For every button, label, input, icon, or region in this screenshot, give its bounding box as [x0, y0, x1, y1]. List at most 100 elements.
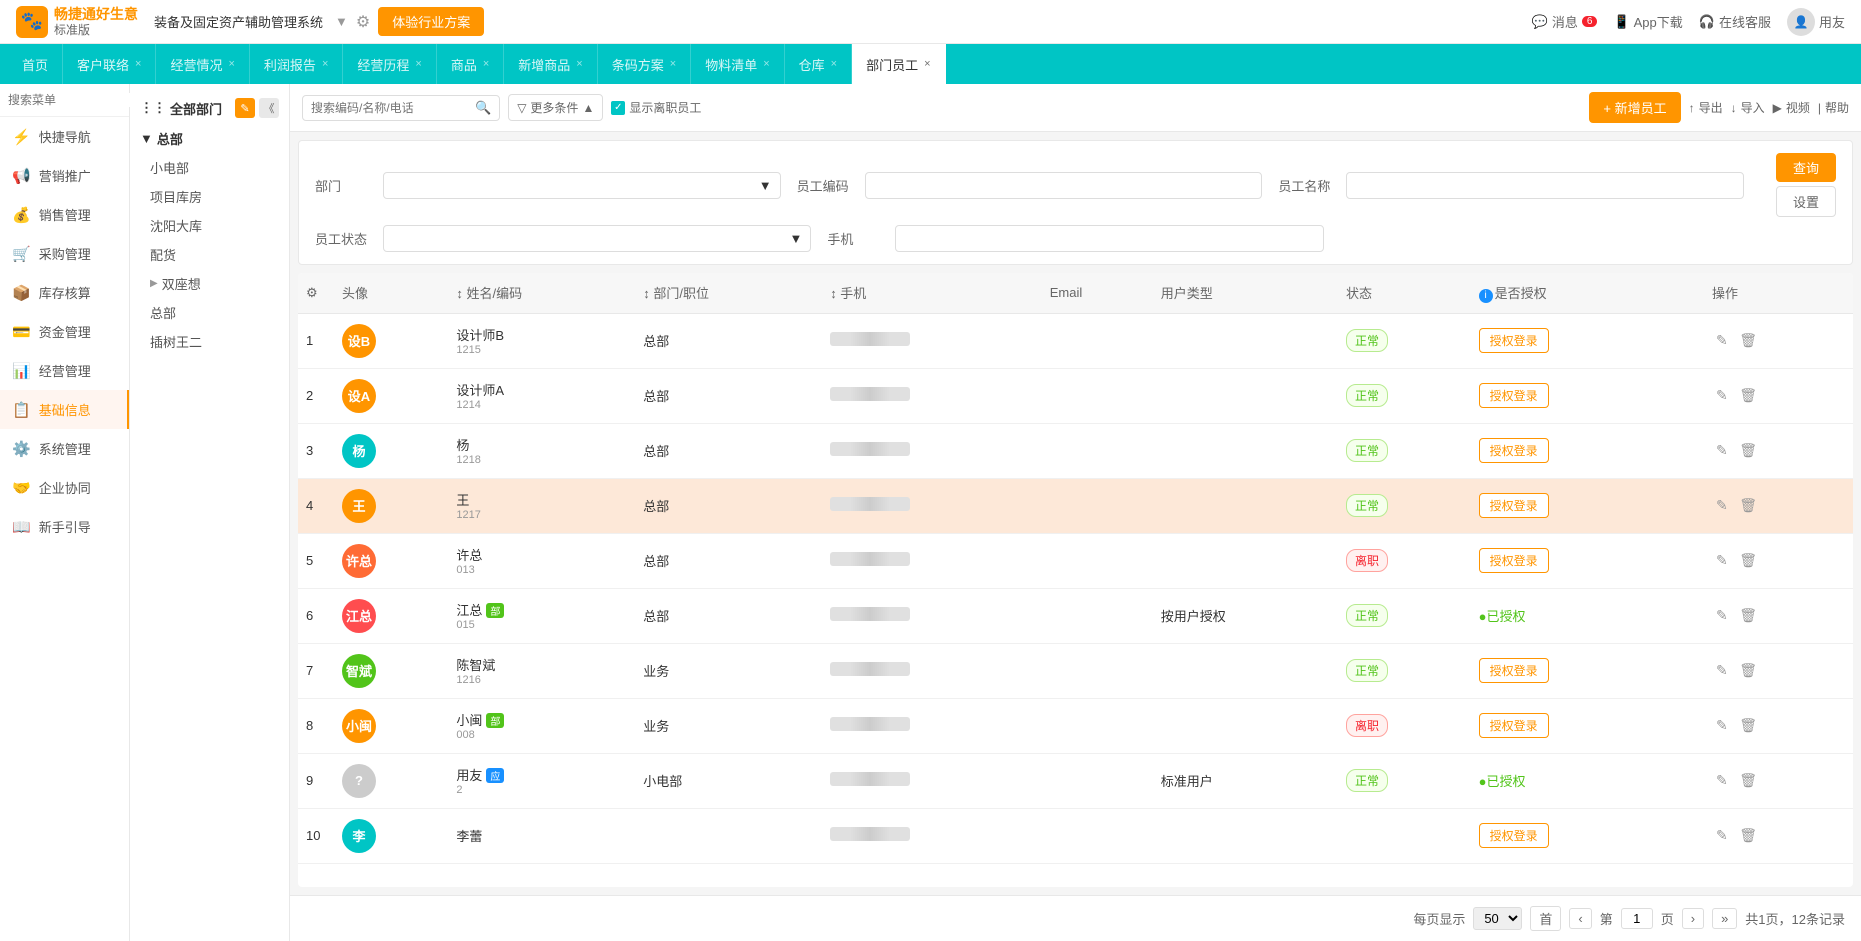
- dept-node-root[interactable]: ▼ 总部: [130, 124, 289, 153]
- tab-close-icon[interactable]: ×: [831, 58, 837, 70]
- sidebar-item-system[interactable]: ⚙️ 系统管理: [0, 429, 129, 468]
- edit-button[interactable]: ✎: [1712, 330, 1732, 351]
- emp-code-input[interactable]: [865, 172, 1263, 199]
- reset-button[interactable]: 设置: [1776, 186, 1836, 217]
- dept-node-shenyang[interactable]: 沈阳大库: [130, 211, 289, 240]
- delete-button[interactable]: 🗑: [1735, 495, 1761, 516]
- auth-button[interactable]: 授权登录: [1479, 548, 1549, 573]
- dept-node-small-electric[interactable]: 小电部: [130, 153, 289, 182]
- tab-close-icon[interactable]: ×: [670, 58, 676, 70]
- sidebar-item-purchase[interactable]: 🛒 采购管理: [0, 234, 129, 273]
- tab-home[interactable]: 首页: [8, 44, 63, 84]
- show-resigned-toggle[interactable]: ✓ 显示离职员工: [611, 99, 701, 116]
- phone-input[interactable]: [895, 225, 1323, 252]
- dept-node-dual[interactable]: ▶ 双座想: [130, 269, 289, 298]
- sidebar-item-operation[interactable]: 📊 经营管理: [0, 351, 129, 390]
- first-page-button[interactable]: 首: [1530, 906, 1561, 931]
- delete-button[interactable]: 🗑: [1735, 715, 1761, 736]
- sidebar-item-finance[interactable]: 💳 资金管理: [0, 312, 129, 351]
- query-button[interactable]: 查询: [1776, 153, 1836, 182]
- tab-close-icon[interactable]: ×: [763, 58, 769, 70]
- tab-operation[interactable]: 经营情况×: [156, 44, 249, 84]
- table-settings-icon[interactable]: ⚙: [306, 285, 318, 300]
- next-page-button[interactable]: ›: [1682, 908, 1704, 929]
- col-name[interactable]: ↕ 姓名/编码: [448, 273, 635, 313]
- edit-button[interactable]: ✎: [1712, 825, 1732, 846]
- edit-button[interactable]: ✎: [1712, 605, 1732, 626]
- message-button[interactable]: 💬 消息 6: [1532, 12, 1598, 31]
- user-menu[interactable]: 👤 用友: [1787, 8, 1845, 36]
- edit-button[interactable]: ✎: [1712, 715, 1732, 736]
- sidebar-search-box[interactable]: 🔍: [0, 84, 129, 117]
- last-page-button[interactable]: »: [1712, 908, 1737, 929]
- resigned-checkbox[interactable]: ✓: [611, 101, 625, 115]
- dept-node-tree-king[interactable]: 插树王二: [130, 327, 289, 356]
- search-input[interactable]: [311, 101, 471, 115]
- dept-all-label[interactable]: ⋮⋮ 全部部门: [140, 99, 222, 118]
- dept-node-distribution[interactable]: 配货: [130, 240, 289, 269]
- settings-gear-button[interactable]: ⚙: [356, 12, 370, 32]
- search-box[interactable]: 🔍: [302, 95, 500, 121]
- col-dept[interactable]: ↕ 部门/职位: [635, 273, 822, 313]
- delete-button[interactable]: 🗑: [1735, 660, 1761, 681]
- sidebar-item-sales[interactable]: 💰 销售管理: [0, 195, 129, 234]
- import-button[interactable]: ↓ 导入: [1731, 99, 1765, 116]
- dept-node-project-warehouse[interactable]: 项目库房: [130, 182, 289, 211]
- delete-button[interactable]: 🗑: [1735, 825, 1761, 846]
- sidebar-item-marketing[interactable]: 📢 营销推广: [0, 156, 129, 195]
- tab-close-icon[interactable]: ×: [415, 58, 421, 70]
- tab-warehouse[interactable]: 仓库×: [785, 44, 852, 84]
- tab-close-icon[interactable]: ×: [228, 58, 234, 70]
- emp-name-input[interactable]: [1346, 172, 1744, 199]
- delete-button[interactable]: 🗑: [1735, 330, 1761, 351]
- edit-button[interactable]: ✎: [1712, 440, 1732, 461]
- tab-customer[interactable]: 客户联络×: [63, 44, 156, 84]
- prev-page-button[interactable]: ‹: [1569, 908, 1591, 929]
- delete-button[interactable]: 🗑: [1735, 770, 1761, 791]
- sidebar-item-inventory[interactable]: 📦 库存核算: [0, 273, 129, 312]
- tab-bom[interactable]: 物料清单×: [691, 44, 784, 84]
- sidebar-item-enterprise[interactable]: 🤝 企业协同: [0, 468, 129, 507]
- dept-node-hq[interactable]: 总部: [130, 298, 289, 327]
- dept-collapse-button[interactable]: 《: [259, 98, 279, 118]
- tab-barcode[interactable]: 条码方案×: [598, 44, 691, 84]
- auth-button[interactable]: 授权登录: [1479, 658, 1549, 683]
- tab-close-icon[interactable]: ×: [135, 58, 141, 70]
- more-filter-button[interactable]: ▽ 更多条件 ▲: [508, 94, 603, 121]
- auth-button[interactable]: 授权登录: [1479, 438, 1549, 463]
- sidebar-item-base[interactable]: 📋 基础信息: [0, 390, 129, 429]
- tab-close-icon[interactable]: ×: [576, 58, 582, 70]
- edit-button[interactable]: ✎: [1712, 770, 1732, 791]
- edit-button[interactable]: ✎: [1712, 495, 1732, 516]
- dept-edit-button[interactable]: ✎: [235, 98, 255, 118]
- sidebar-item-guide[interactable]: 📖 新手引导: [0, 507, 129, 546]
- tab-add-goods[interactable]: 新增商品×: [504, 44, 597, 84]
- edit-button[interactable]: ✎: [1712, 385, 1732, 406]
- per-page-select[interactable]: 50: [1473, 907, 1522, 930]
- edit-button[interactable]: ✎: [1712, 660, 1732, 681]
- tab-close-icon[interactable]: ×: [924, 58, 930, 70]
- edit-button[interactable]: ✎: [1712, 550, 1732, 571]
- page-number-input[interactable]: [1621, 908, 1653, 929]
- delete-button[interactable]: 🗑: [1735, 440, 1761, 461]
- auth-button[interactable]: 授权登录: [1479, 328, 1549, 353]
- dept-select[interactable]: ▼: [383, 172, 781, 199]
- tab-goods[interactable]: 商品×: [437, 44, 504, 84]
- tab-profit[interactable]: 利润报告×: [250, 44, 343, 84]
- auth-button[interactable]: 授权登录: [1479, 493, 1549, 518]
- app-download-button[interactable]: 📱 App下载: [1613, 12, 1682, 31]
- delete-button[interactable]: 🗑: [1735, 550, 1761, 571]
- auth-button[interactable]: 授权登录: [1479, 823, 1549, 848]
- auth-button[interactable]: 授权登录: [1479, 713, 1549, 738]
- delete-button[interactable]: 🗑: [1735, 385, 1761, 406]
- delete-button[interactable]: 🗑: [1735, 605, 1761, 626]
- col-settings[interactable]: ⚙: [298, 273, 334, 313]
- system-title-dropdown-icon[interactable]: ▼: [335, 14, 348, 29]
- emp-status-select[interactable]: ▼: [383, 225, 811, 252]
- tab-close-icon[interactable]: ×: [322, 58, 328, 70]
- export-button[interactable]: ↑ 导出: [1689, 99, 1723, 116]
- col-phone[interactable]: ↕ 手机: [822, 273, 1042, 313]
- auth-button[interactable]: 授权登录: [1479, 383, 1549, 408]
- tab-close-icon[interactable]: ×: [483, 58, 489, 70]
- trial-button[interactable]: 体验行业方案: [378, 7, 484, 36]
